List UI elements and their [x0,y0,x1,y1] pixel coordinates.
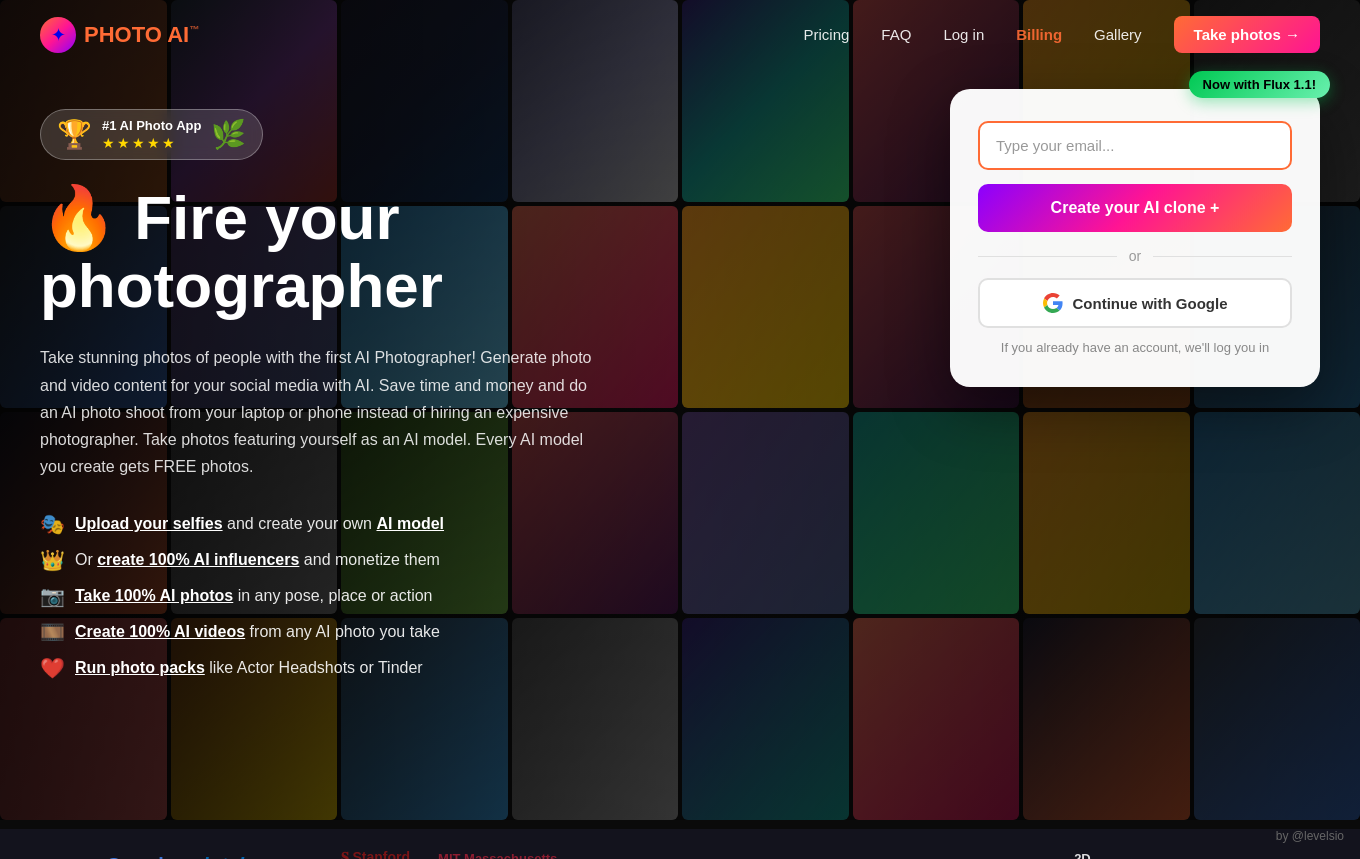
award-badge: 🏆 #1 AI Photo App ★★★★★ 🌿 [40,109,263,160]
videos-text: Create 100% AI videos from any AI photo … [75,623,440,641]
logo-icon: ✦ [40,17,76,53]
signin-hint: If you already have an account, we'll lo… [978,340,1292,355]
feature-videos: 🎞️ Create 100% AI videos from any AI pho… [40,620,700,644]
google-icon [1043,293,1063,313]
hero-title: 🔥 Fire your photographer [40,184,700,320]
nav-gallery[interactable]: Gallery [1094,26,1142,43]
title-line2: photographer [40,251,443,320]
laurel-left: 🏆 [57,118,92,151]
brand-google: Google [106,854,175,859]
photo-packs-link[interactable]: Run photo packs [75,659,205,676]
create-influencers-link[interactable]: create 100% AI influencers [97,551,299,568]
photos-emoji: 📷 [40,584,65,608]
influencers-emoji: 👑 [40,548,65,572]
create-clone-button[interactable]: Create your AI clone + [978,184,1292,232]
brand-pwc: pwc [278,855,313,859]
nav-login[interactable]: Log in [943,26,984,43]
feature-influencers: 👑 Or create 100% AI influencers and mone… [40,548,700,572]
email-input[interactable] [978,121,1292,170]
nav-billing[interactable]: Billing [1016,26,1062,43]
title-emoji: 🔥 [40,183,117,252]
award-stars: ★★★★★ [102,135,201,151]
brands-bar: used by Google intel. pwc 𝐒 StanfordUniv… [0,829,1360,859]
hero-description: Take stunning photos of people with the … [40,344,600,480]
feature-packs: ❤️ Run photo packs like Actor Headshots … [40,656,700,680]
nav-faq[interactable]: FAQ [881,26,911,43]
packs-emoji: ❤️ [40,656,65,680]
brand-intel: intel. [203,854,250,859]
brands-used: Google intel. pwc 𝐒 StanfordUniversity M… [106,849,580,859]
photos-text: Take 100% AI photos in any pose, place o… [75,587,433,605]
packs-text: Run photo packs like Actor Headshots or … [75,659,423,677]
logo[interactable]: ✦ PHOTO AI™ [40,17,199,53]
signup-area: Now with Flux 1.1! Create your AI clone … [950,89,1320,387]
navbar: ✦ PHOTO AI™ Pricing FAQ Log in Billing G… [0,0,1360,69]
hero-features: 🎭 Upload your selfies and create your ow… [40,512,700,680]
videos-emoji: 🎞️ [40,620,65,644]
take-photos-link[interactable]: Take 100% AI photos [75,587,233,604]
google-button-label: Continue with Google [1073,295,1228,312]
hero-content: 🏆 #1 AI Photo App ★★★★★ 🌿 🔥 Fire your ph… [40,89,700,680]
brand-stanford: 𝐒 StanfordUniversity [341,849,410,859]
logo-text: PHOTO AI™ [84,22,199,48]
influencers-text: Or create 100% AI influencers and moneti… [75,551,440,569]
nav-links: Pricing FAQ Log in Billing Gallery Take … [804,16,1321,53]
brand-zdnet: 2DNET [1074,851,1100,860]
hero-section: 🏆 #1 AI Photo App ★★★★★ 🌿 🔥 Fire your ph… [0,69,1360,829]
create-videos-link[interactable]: Create 100% AI videos [75,623,245,640]
brand-mit: MIT MassachusettsInstitute of Technology [438,851,580,860]
ai-model-link[interactable]: AI model [376,515,444,532]
feature-photos: 📷 Take 100% AI photos in any pose, place… [40,584,700,608]
laurel-right: 🌿 [211,118,246,151]
nav-pricing[interactable]: Pricing [804,26,850,43]
feature-selfies: 🎭 Upload your selfies and create your ow… [40,512,700,536]
brands-media: The New York Times 🛍 Shopify TC TechCrun… [678,851,1285,860]
or-divider: or [978,248,1292,264]
selfies-emoji: 🎭 [40,512,65,536]
take-photos-button[interactable]: Take photos → [1174,16,1320,53]
by-levelsio: by @levelsio [1276,829,1344,843]
flux-badge: Now with Flux 1.1! [1189,71,1330,98]
selfies-text: Upload your selfies and create your own … [75,515,444,533]
upload-selfies-link[interactable]: Upload your selfies [75,515,223,532]
award-text: #1 AI Photo App [102,118,201,133]
signup-card: Create your AI clone + or Continue with … [950,89,1320,387]
google-signin-button[interactable]: Continue with Google [978,278,1292,328]
